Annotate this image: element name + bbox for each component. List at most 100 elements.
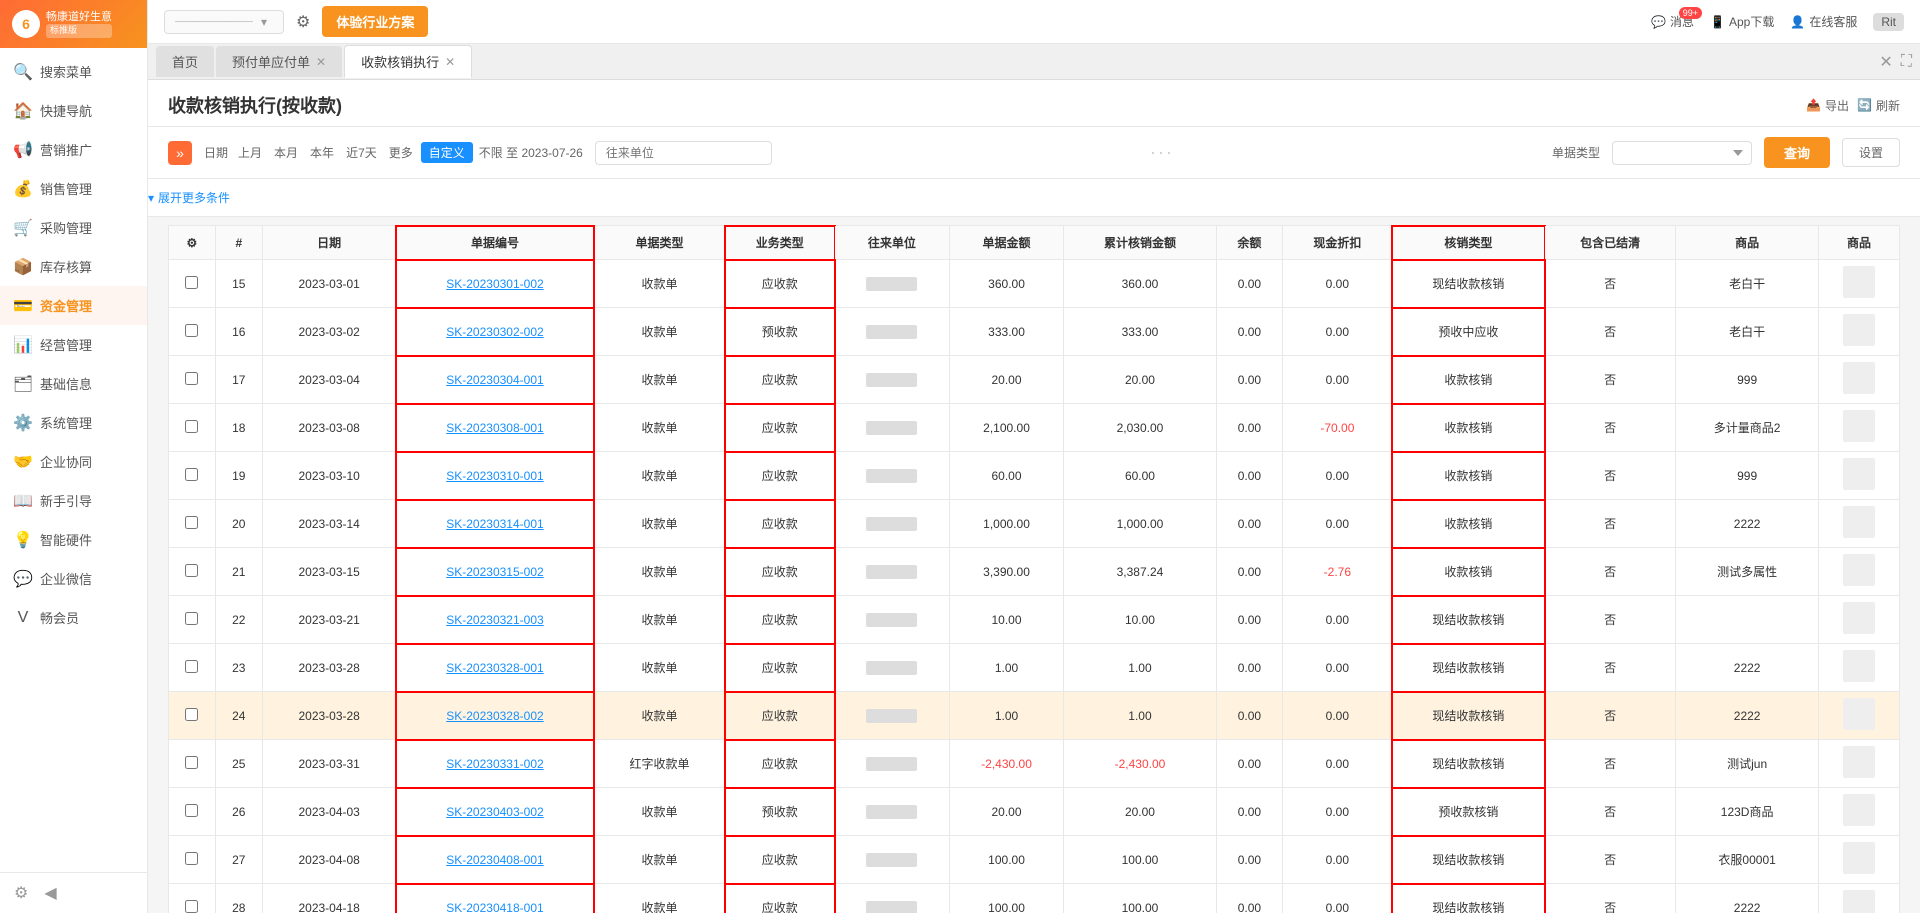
table-row[interactable]: 28 2023-04-18 SK-20230418-001 收款单 应收款 ──… xyxy=(169,884,1900,913)
th-cash-discount[interactable]: 现金折扣 xyxy=(1283,226,1392,260)
sidebar-item-sales[interactable]: 💰销售管理 xyxy=(0,169,147,208)
sidebar-item-basic[interactable]: 🗂基础信息 xyxy=(0,364,147,403)
close-all-tabs-icon[interactable]: ✕ xyxy=(1879,52,1892,72)
bill-no-link[interactable]: SK-20230310-001 xyxy=(446,469,543,483)
filter-settings-button[interactable]: 设置 xyxy=(1842,138,1900,167)
table-row[interactable]: 25 2023-03-31 SK-20230331-002 红字收款单 应收款 … xyxy=(169,740,1900,788)
td-checkbox[interactable] xyxy=(169,596,216,644)
td-checkbox[interactable] xyxy=(169,356,216,404)
expand-tabs-icon[interactable]: ⛶ xyxy=(1901,53,1912,71)
bill-no-link[interactable]: SK-20230408-001 xyxy=(446,853,543,867)
this-year-btn[interactable]: 本年 xyxy=(306,142,338,163)
sidebar-item-system[interactable]: ⚙️系统管理 xyxy=(0,403,147,442)
more-date-btn[interactable]: 更多 xyxy=(385,142,417,163)
bill-no-link[interactable]: SK-20230403-002 xyxy=(446,805,543,819)
sidebar-item-marketing[interactable]: 📢营销推广 xyxy=(0,130,147,169)
tab-prepay[interactable]: 预付单应付单 ✕ xyxy=(216,46,342,77)
custom-date-btn[interactable]: 自定义 xyxy=(421,142,473,163)
table-row[interactable]: 19 2023-03-10 SK-20230310-001 收款单 应收款 ──… xyxy=(169,452,1900,500)
th-goods-img[interactable]: 商品 xyxy=(1819,226,1900,260)
th-partner[interactable]: 往来单位 xyxy=(835,226,950,260)
settings-gear-icon[interactable]: ⚙ xyxy=(296,12,310,32)
export-button[interactable]: 📤 导出 xyxy=(1806,97,1849,114)
th-biz-type[interactable]: 业务类型 xyxy=(725,226,834,260)
th-include-cleared[interactable]: 包含已结清 xyxy=(1545,226,1676,260)
td-checkbox[interactable] xyxy=(169,308,216,356)
row-checkbox[interactable] xyxy=(185,804,198,817)
selector-dropdown[interactable]: ────────── ▾ xyxy=(164,10,284,34)
td-checkbox[interactable] xyxy=(169,260,216,308)
table-row[interactable]: 27 2023-04-08 SK-20230408-001 收款单 应收款 ──… xyxy=(169,836,1900,884)
table-row[interactable]: 24 2023-03-28 SK-20230328-002 收款单 应收款 ──… xyxy=(169,692,1900,740)
bill-no-link[interactable]: SK-20230314-001 xyxy=(446,517,543,531)
user-avatar[interactable]: Rit xyxy=(1873,13,1904,31)
bill-no-link[interactable]: SK-20230301-002 xyxy=(446,277,543,291)
row-checkbox[interactable] xyxy=(185,564,198,577)
sidebar-item-member[interactable]: V畅会员 xyxy=(0,598,147,637)
table-row[interactable]: 26 2023-04-03 SK-20230403-002 收款单 预收款 ──… xyxy=(169,788,1900,836)
bill-no-link[interactable]: SK-20230321-003 xyxy=(446,613,543,627)
messages-button[interactable]: 💬 消息 99+ xyxy=(1651,13,1694,30)
th-bill-type[interactable]: 单据类型 xyxy=(594,226,725,260)
row-checkbox[interactable] xyxy=(185,852,198,865)
row-checkbox[interactable] xyxy=(185,324,198,337)
sidebar-item-purchase[interactable]: 🛒采购管理 xyxy=(0,208,147,247)
bill-no-link[interactable]: SK-20230328-002 xyxy=(446,709,543,723)
bill-type-select[interactable] xyxy=(1612,141,1752,165)
sidebar-item-search[interactable]: 🔍搜索菜单 xyxy=(0,52,147,91)
tab-home[interactable]: 首页 xyxy=(156,46,214,77)
tab-collection[interactable]: 收款核销执行 ✕ xyxy=(344,45,472,78)
bill-no-link[interactable]: SK-20230315-002 xyxy=(446,565,543,579)
th-settings[interactable]: ⚙ xyxy=(169,226,216,260)
collapse-icon[interactable]: ◀ xyxy=(44,883,56,903)
this-month-btn[interactable]: 本月 xyxy=(270,142,302,163)
expand-conditions-btn[interactable]: ▾ 展开更多条件 xyxy=(148,185,1920,210)
last-7days-btn[interactable]: 近7天 xyxy=(342,142,381,163)
table-row[interactable]: 20 2023-03-14 SK-20230314-001 收款单 应收款 ──… xyxy=(169,500,1900,548)
th-writeoff-type[interactable]: 核销类型 xyxy=(1392,226,1545,260)
row-checkbox[interactable] xyxy=(185,420,198,433)
settings-icon[interactable]: ⚙ xyxy=(14,883,28,903)
row-checkbox[interactable] xyxy=(185,660,198,673)
td-checkbox[interactable] xyxy=(169,404,216,452)
table-row[interactable]: 22 2023-03-21 SK-20230321-003 收款单 应收款 ──… xyxy=(169,596,1900,644)
sidebar-item-finance[interactable]: 💳资金管理 xyxy=(0,286,147,325)
sidebar-item-operations[interactable]: 📊经营管理 xyxy=(0,325,147,364)
refresh-button[interactable]: 🔄 刷新 xyxy=(1857,97,1900,114)
partner-unit-input[interactable] xyxy=(595,141,772,165)
close-prepay-tab[interactable]: ✕ xyxy=(316,55,326,69)
th-amount[interactable]: 单据金额 xyxy=(949,226,1063,260)
td-checkbox[interactable] xyxy=(169,500,216,548)
app-download-button[interactable]: 📱 App下载 xyxy=(1710,13,1774,30)
bill-no-link[interactable]: SK-20230331-002 xyxy=(446,757,543,771)
bill-no-link[interactable]: SK-20230304-001 xyxy=(446,373,543,387)
row-checkbox[interactable] xyxy=(185,516,198,529)
th-bill-no[interactable]: 单据编号 xyxy=(396,226,594,260)
query-button[interactable]: 查询 xyxy=(1764,137,1830,168)
td-checkbox[interactable] xyxy=(169,788,216,836)
td-checkbox[interactable] xyxy=(169,836,216,884)
td-checkbox[interactable] xyxy=(169,740,216,788)
table-row[interactable]: 18 2023-03-08 SK-20230308-001 收款单 应收款 ──… xyxy=(169,404,1900,452)
bill-no-link[interactable]: SK-20230418-001 xyxy=(446,901,543,913)
table-row[interactable]: 16 2023-03-02 SK-20230302-002 收款单 预收款 ──… xyxy=(169,308,1900,356)
th-writeoff-amount[interactable]: 累计核销金额 xyxy=(1064,226,1217,260)
close-collection-tab[interactable]: ✕ xyxy=(445,55,455,69)
td-checkbox[interactable] xyxy=(169,692,216,740)
row-checkbox[interactable] xyxy=(185,612,198,625)
filter-arrow-button[interactable]: » xyxy=(168,141,192,165)
sidebar-item-inventory[interactable]: 📦库存核算 xyxy=(0,247,147,286)
td-checkbox[interactable] xyxy=(169,452,216,500)
sidebar-item-quick[interactable]: 🏠快捷导航 xyxy=(0,91,147,130)
last-month-btn[interactable]: 上月 xyxy=(234,142,266,163)
th-goods[interactable]: 商品 xyxy=(1676,226,1819,260)
sidebar-item-enterprise[interactable]: 🤝企业协同 xyxy=(0,442,147,481)
td-checkbox[interactable] xyxy=(169,548,216,596)
table-row[interactable]: 23 2023-03-28 SK-20230328-001 收款单 应收款 ──… xyxy=(169,644,1900,692)
td-checkbox[interactable] xyxy=(169,884,216,913)
sidebar-item-hardware[interactable]: 💡智能硬件 xyxy=(0,520,147,559)
row-checkbox[interactable] xyxy=(185,708,198,721)
row-checkbox[interactable] xyxy=(185,900,198,913)
solution-button[interactable]: 体验行业方案 xyxy=(322,6,428,37)
table-row[interactable]: 17 2023-03-04 SK-20230304-001 收款单 应收款 ──… xyxy=(169,356,1900,404)
